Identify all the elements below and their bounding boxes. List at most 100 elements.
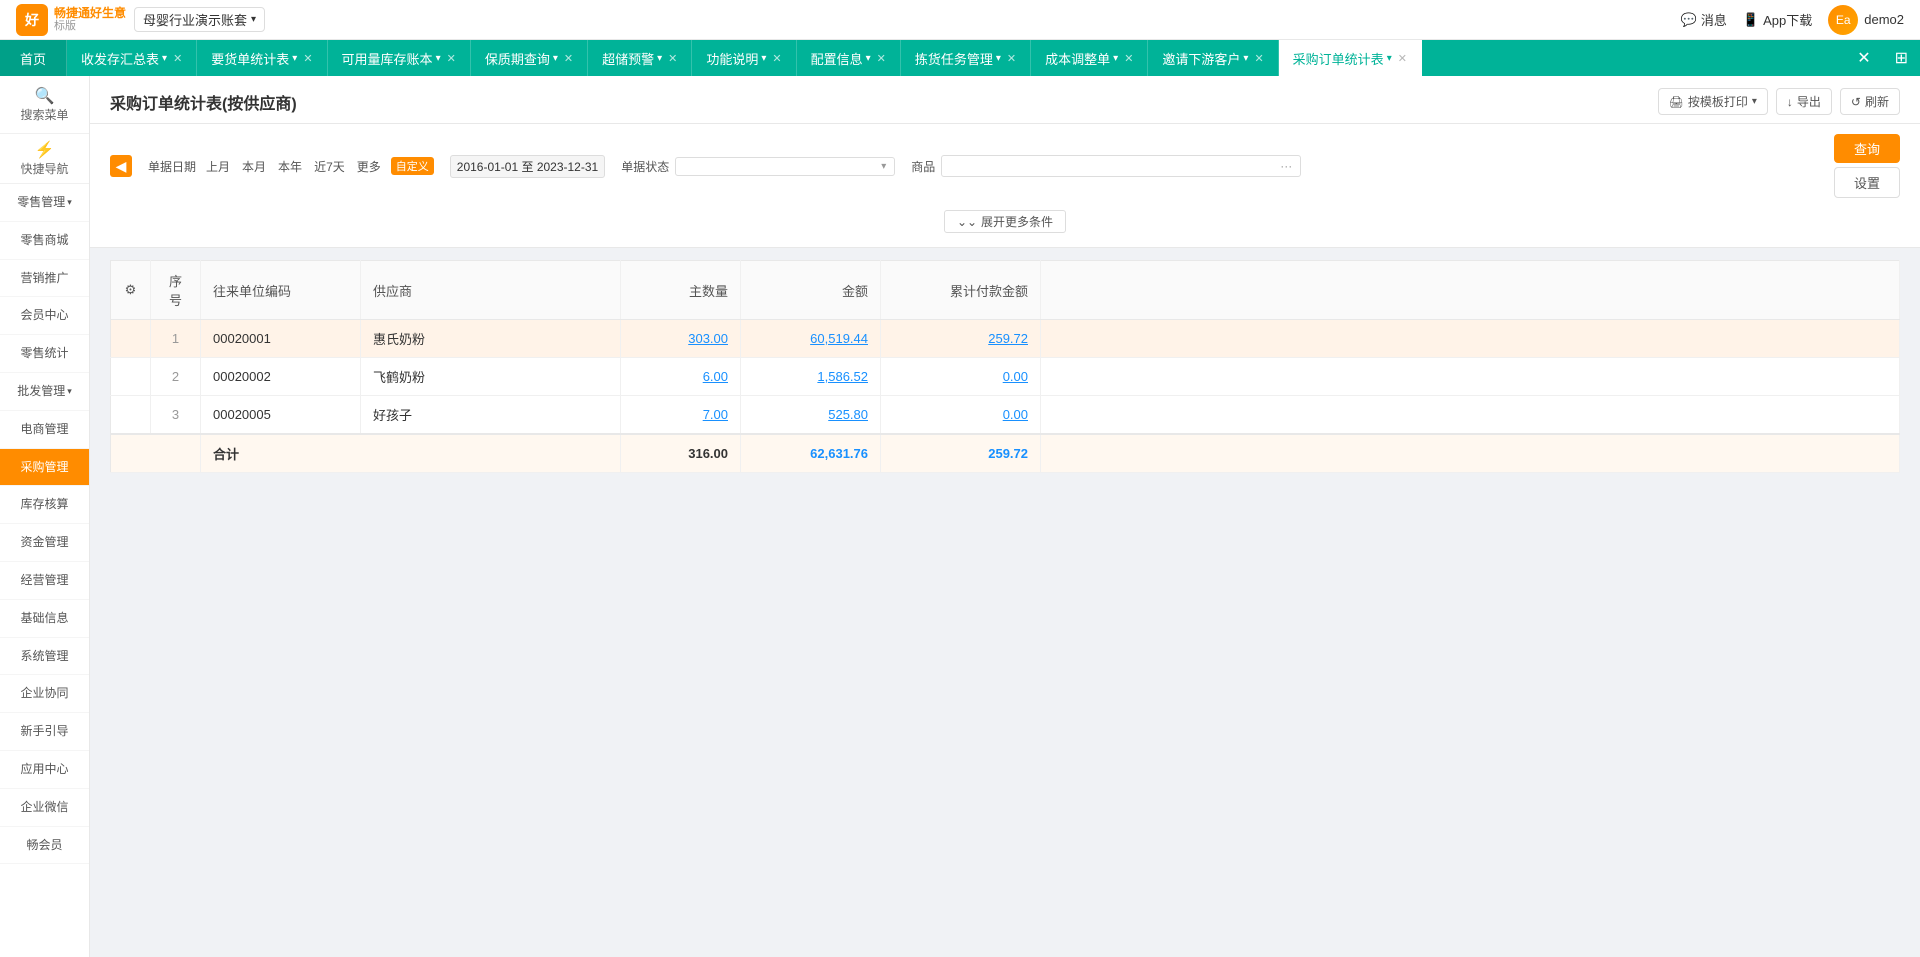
more-icon: ···	[1280, 159, 1292, 173]
sidebar-batch-label: 批发管理	[17, 383, 65, 400]
sidebar-item-retail-stat[interactable]: 零售统计	[0, 335, 89, 373]
cell-settings	[111, 320, 151, 358]
sidebar-item-batch[interactable]: 批发管理 ▾	[0, 373, 89, 411]
user-area[interactable]: Ea demo2	[1828, 5, 1904, 35]
cell-amount: 60,519.44	[741, 320, 881, 358]
goods-input[interactable]: ···	[941, 155, 1301, 177]
filter-date-item: 单据日期 上月 本月 本年 近7天 更多 自定义	[148, 157, 434, 176]
sidebar-item-appcenter[interactable]: 应用中心	[0, 751, 89, 789]
sidebar-item-system[interactable]: 系统管理	[0, 638, 89, 676]
chevron-down-icon: ▾	[1752, 96, 1757, 107]
table-row: 2 00020002 飞鹤奶粉 6.00 1,586.52 0.00	[111, 358, 1900, 396]
sidebar-retail-stat-label: 零售统计	[20, 346, 68, 360]
sidebar-item-base[interactable]: 基础信息	[0, 600, 89, 638]
messages-btn[interactable]: 💬 消息	[1681, 10, 1727, 29]
cell-paid: 259.72	[881, 320, 1041, 358]
chevron-icon: ▾	[1113, 53, 1118, 64]
chevron-icon: ▾	[657, 53, 662, 64]
sidebar-enterprise-label: 企业协同	[20, 686, 68, 700]
filter-status-item: 单据状态 ▾	[621, 157, 895, 176]
expand-conditions-btn[interactable]: ⌄⌄ 展开更多条件	[944, 210, 1066, 233]
print-label: 按模板打印	[1688, 93, 1748, 110]
cell-supplier: 惠氏奶粉	[361, 320, 621, 358]
tab-peizhi[interactable]: 配置信息 ▾ ✕	[797, 40, 901, 76]
close-icon[interactable]: ✕	[1124, 52, 1133, 65]
export-button[interactable]: ↓ 导出	[1776, 88, 1832, 115]
sidebar-item-vip[interactable]: 畅会员	[0, 827, 89, 865]
export-icon: ↓	[1787, 95, 1793, 109]
close-icon[interactable]: ✕	[1398, 52, 1407, 65]
sidebar-search-label: 搜索菜单	[8, 106, 81, 123]
close-icon[interactable]: ✕	[173, 52, 182, 65]
setting-button[interactable]: 设置	[1834, 167, 1900, 198]
sidebar-item-quicknav[interactable]: ⚡ 快捷导航	[0, 134, 89, 184]
close-icon[interactable]: ✕	[877, 52, 886, 65]
tab-paihuo[interactable]: 拣货任务管理 ▾ ✕	[901, 40, 1031, 76]
app-download-label: App下载	[1763, 10, 1812, 29]
sidebar-item-wechat[interactable]: 企业微信	[0, 789, 89, 827]
sidebar-item-member[interactable]: 会员中心	[0, 297, 89, 335]
sidebar-item-inventory[interactable]: 库存核算	[0, 486, 89, 524]
tab-gongneng[interactable]: 功能说明 ▾ ✕	[692, 40, 796, 76]
tab-keyongliang[interactable]: 可用量库存账本 ▾ ✕	[328, 40, 471, 76]
sidebar-item-ecommerce[interactable]: 电商管理	[0, 411, 89, 449]
refresh-label: 刷新	[1865, 93, 1889, 110]
expand-tabs-btn[interactable]: ⊞	[1883, 40, 1920, 76]
shortcut-this-month[interactable]: 本月	[238, 157, 270, 176]
top-bar-left: 好 畅捷通好生意 标版 母婴行业演示账套 ▾	[16, 4, 265, 36]
close-icon[interactable]: ✕	[772, 52, 781, 65]
table-row: 1 00020001 惠氏奶粉 303.00 60,519.44 259.72	[111, 320, 1900, 358]
tab-home[interactable]: 首页	[0, 40, 67, 76]
sidebar-item-finance[interactable]: 资金管理	[0, 524, 89, 562]
shortcut-7days[interactable]: 近7天	[310, 157, 349, 176]
close-icon[interactable]: ✕	[668, 52, 677, 65]
sidebar-item-search[interactable]: 🔍 搜索菜单	[0, 76, 89, 134]
print-button[interactable]: 🖨 按模板打印 ▾	[1658, 88, 1768, 115]
shortcut-this-year[interactable]: 本年	[274, 157, 306, 176]
sidebar-item-retail-store[interactable]: 零售商城	[0, 222, 89, 260]
tab-yaoqing[interactable]: 邀请下游客户 ▾ ✕	[1148, 40, 1278, 76]
shortcut-more[interactable]: 更多	[353, 157, 385, 176]
close-icon[interactable]: ✕	[1254, 52, 1263, 65]
date-range[interactable]: 2016-01-01 至 2023-12-31	[450, 155, 605, 178]
close-icon[interactable]: ✕	[564, 52, 573, 65]
sidebar-item-enterprise[interactable]: 企业协同	[0, 675, 89, 713]
sidebar-item-purchase[interactable]: 采购管理	[0, 449, 89, 487]
date-range-area: 2016-01-01 至 2023-12-31	[450, 155, 605, 178]
close-icon[interactable]: ✕	[1007, 52, 1016, 65]
cell-num: 2	[151, 358, 201, 396]
close-all-tabs-btn[interactable]: ✕	[1845, 40, 1882, 76]
th-settings[interactable]: ⚙	[111, 261, 151, 320]
cell-quantity: 7.00	[621, 396, 741, 435]
sidebar-newbie-label: 新手引导	[20, 724, 68, 738]
sidebar-item-newbie[interactable]: 新手引导	[0, 713, 89, 751]
custom-tag: 自定义	[391, 157, 434, 175]
close-icon[interactable]: ✕	[447, 52, 456, 65]
tab-chaochu[interactable]: 超储预警 ▾ ✕	[588, 40, 692, 76]
query-button[interactable]: 查询	[1834, 134, 1900, 163]
app-download-btn[interactable]: 📱 App下载	[1743, 10, 1812, 29]
query-actions: 查询 设置	[1834, 134, 1900, 198]
footer-quantity: 316.00	[621, 434, 741, 473]
chevron-icon: ▾	[1387, 53, 1392, 64]
filter-toggle-btn[interactable]: ◀	[110, 155, 132, 177]
refresh-button[interactable]: ↺ 刷新	[1840, 88, 1900, 115]
tab-label: 功能说明	[706, 49, 758, 68]
message-icon: 💬	[1681, 12, 1697, 28]
status-select[interactable]: ▾	[675, 157, 895, 176]
tab-shoufahui[interactable]: 收发存汇总表 ▾ ✕	[67, 40, 197, 76]
close-icon[interactable]: ✕	[303, 52, 312, 65]
sidebar-item-operation[interactable]: 经营管理	[0, 562, 89, 600]
sidebar-item-retail[interactable]: 零售管理 ▾	[0, 184, 89, 222]
tab-chengben[interactable]: 成本调整单 ▾ ✕	[1031, 40, 1148, 76]
shortcut-last-month[interactable]: 上月	[202, 157, 234, 176]
tab-baozhiqi[interactable]: 保质期查询 ▾ ✕	[471, 40, 588, 76]
cell-supplier-code: 00020005	[201, 396, 361, 435]
tab-caigou[interactable]: 采购订单统计表 ▾ ✕	[1279, 40, 1422, 76]
tab-yaohuo[interactable]: 要货单统计表 ▾ ✕	[197, 40, 327, 76]
workspace-selector[interactable]: 母婴行业演示账套 ▾	[134, 7, 265, 32]
cell-empty	[1041, 320, 1900, 358]
sidebar-vip-label: 畅会员	[26, 838, 62, 852]
sidebar-item-marketing[interactable]: 营销推广	[0, 260, 89, 298]
chevron-icon: ▾	[436, 53, 441, 64]
